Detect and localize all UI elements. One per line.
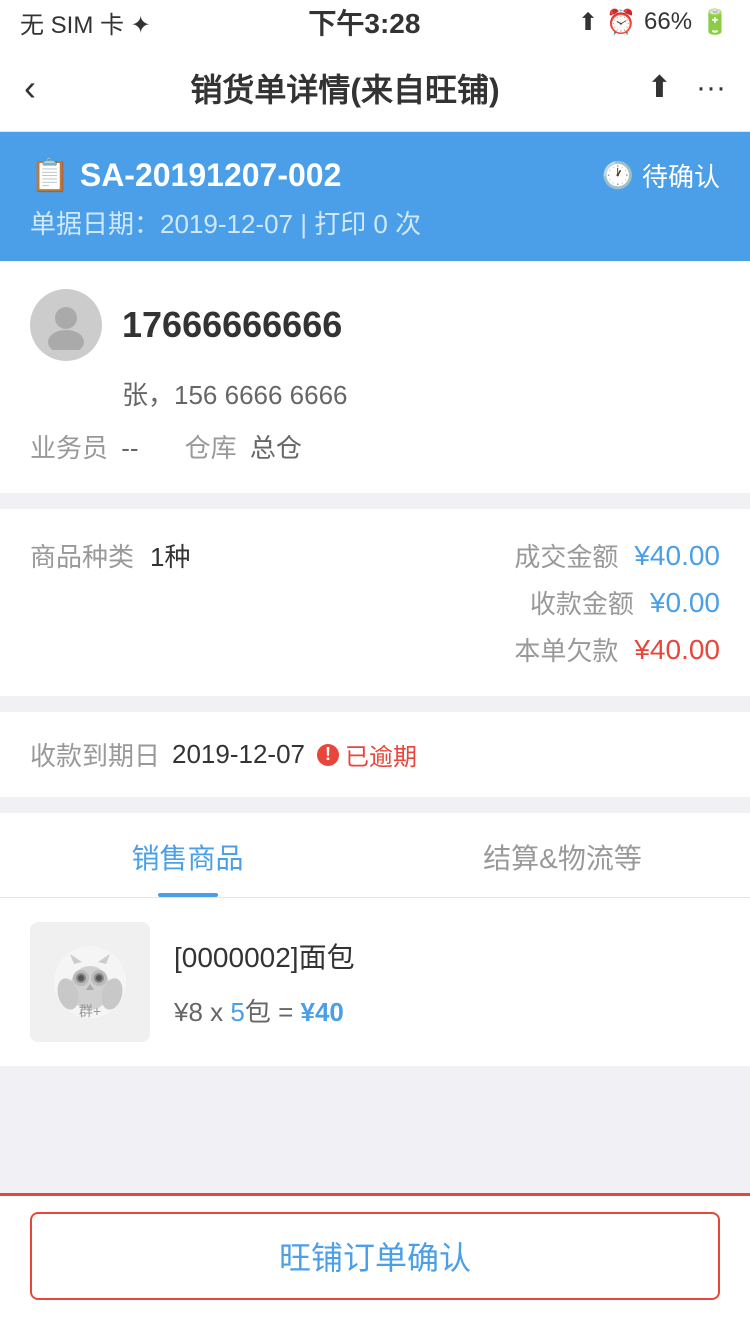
order-status: 🕐 待确认 xyxy=(602,157,720,194)
deal-amount-row: 成交金额 ¥40.00 xyxy=(514,537,720,574)
status-clock-icon: 🕐 xyxy=(602,160,634,191)
status-bar: 无 SIM 卡 ✦ 下午3:28 ⬆ ⏰ 66% 🔋 xyxy=(0,0,750,44)
tabs-header: 销售商品 结算&物流等 xyxy=(0,813,750,898)
customer-phone: 17666666666 xyxy=(122,304,342,346)
back-button[interactable]: ‹ xyxy=(24,67,84,109)
bottom-bar: 旺铺订单确认 xyxy=(0,1193,750,1334)
tab-sales-products[interactable]: 销售商品 xyxy=(0,813,375,897)
overdue-text: 已逾期 xyxy=(345,737,417,772)
no-sim-text: 无 SIM 卡 ✦ xyxy=(20,5,151,40)
status-right: ⬆ ⏰ 66% 🔋 xyxy=(578,8,730,37)
order-number-text: SA-20191207-002 xyxy=(80,157,342,194)
received-amount-row: 收款金额 ¥0.00 xyxy=(530,584,720,621)
tab-settlement[interactable]: 结算&物流等 xyxy=(375,813,750,897)
tabs-section: 销售商品 结算&物流等 xyxy=(0,813,750,1066)
due-amount-row: 本单欠款 ¥40.00 xyxy=(514,631,720,668)
order-icon: 📋 xyxy=(30,156,70,194)
status-left: 无 SIM 卡 ✦ xyxy=(20,5,151,40)
page-title: 销货单详情(来自旺铺) xyxy=(84,65,606,111)
sales-value: -- xyxy=(121,433,138,463)
summary-section: 商品种类 1种 成交金额 ¥40.00 收款金额 ¥0.00 本单欠款 ¥40.… xyxy=(0,509,750,696)
received-amount-value: ¥0.00 xyxy=(650,587,720,619)
category-info: 商品种类 1种 xyxy=(30,537,190,574)
sales-label: 业务员 xyxy=(30,433,108,463)
received-amount-label: 收款金额 xyxy=(530,584,634,621)
due-date-value: 2019-12-07 xyxy=(172,739,305,770)
product-price: ¥8 x 5包 = ¥40 xyxy=(174,992,720,1029)
share-button[interactable]: ⬆ xyxy=(647,70,672,105)
warehouse-label: 仓库 xyxy=(185,433,237,463)
deal-amount-value: ¥40.00 xyxy=(634,540,720,572)
amount-summary: 成交金额 ¥40.00 收款金额 ¥0.00 本单欠款 ¥40.00 xyxy=(514,537,720,668)
deal-amount-label: 成交金额 xyxy=(514,537,618,574)
svg-text:群+: 群+ xyxy=(79,1003,101,1019)
nav-right-actions: ⬆ ··· xyxy=(606,70,726,105)
due-date-label: 收款到期日 xyxy=(30,736,160,773)
quantity-value: 5 xyxy=(230,997,244,1027)
battery-icon: 🔋 xyxy=(700,8,730,37)
alarm-icon: ⏰ xyxy=(606,8,636,37)
confirm-order-button[interactable]: 旺铺订单确认 xyxy=(30,1212,720,1300)
equals-sign: = xyxy=(271,997,301,1027)
due-amount-label: 本单欠款 xyxy=(514,631,618,668)
status-time: 下午3:28 xyxy=(308,2,420,42)
overdue-badge: ! 已逾期 xyxy=(317,737,417,772)
price-total: ¥40 xyxy=(301,997,344,1027)
product-details: [0000002]面包 ¥8 x 5包 = ¥40 xyxy=(174,936,720,1029)
overdue-dot-icon: ! xyxy=(317,744,339,766)
due-date-section: 收款到期日 2019-12-07 ! 已逾期 xyxy=(0,712,750,797)
order-header-card: 📋 SA-20191207-002 🕐 待确认 单据日期：2019-12-07 … xyxy=(0,132,750,261)
category-value: 1种 xyxy=(150,537,190,574)
location-icon: ⬆ xyxy=(578,8,598,37)
product-name: [0000002]面包 xyxy=(174,936,720,976)
category-label: 商品种类 xyxy=(30,537,134,574)
customer-meta: 业务员 -- 仓库 总仓 xyxy=(30,428,720,465)
battery-text: 66% xyxy=(644,8,692,36)
nav-bar: ‹ 销货单详情(来自旺铺) ⬆ ··· xyxy=(0,44,750,132)
customer-avatar xyxy=(30,289,102,361)
product-item: 群+ [0000002]面包 ¥8 x 5包 = ¥40 xyxy=(0,898,750,1066)
quantity-unit: 包 xyxy=(245,997,271,1027)
customer-name: 张，156 6666 6666 xyxy=(30,375,720,412)
price-text: ¥8 x xyxy=(174,997,230,1027)
due-amount-value: ¥40.00 xyxy=(634,634,720,666)
order-number: 📋 SA-20191207-002 xyxy=(30,156,341,194)
more-button[interactable]: ··· xyxy=(696,71,726,105)
status-text: 待确认 xyxy=(642,157,720,194)
customer-section: 17666666666 张，156 6666 6666 业务员 -- 仓库 总仓 xyxy=(0,261,750,493)
product-thumbnail: 群+ xyxy=(30,922,150,1042)
warehouse-value: 总仓 xyxy=(250,433,302,463)
order-date: 单据日期：2019-12-07 | 打印 0 次 xyxy=(30,204,720,241)
